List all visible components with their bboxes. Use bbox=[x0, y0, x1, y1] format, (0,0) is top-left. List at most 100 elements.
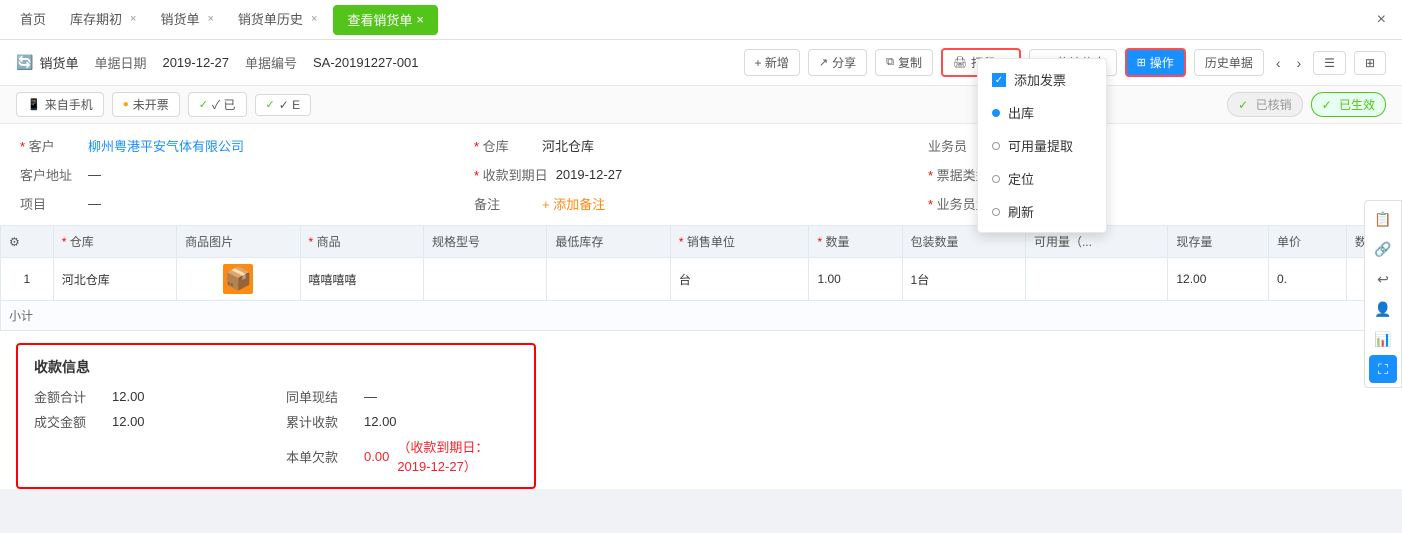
customer-row: 客户 柳州粤港平安气体有限公司 bbox=[20, 136, 474, 155]
row-qty: 1.00 bbox=[809, 258, 902, 301]
tab-sales-order[interactable]: 销货单 × bbox=[148, 0, 225, 40]
dropdown-available[interactable]: 可用量提取 bbox=[978, 129, 1106, 162]
not-open-btn[interactable]: 未开票 bbox=[112, 92, 180, 117]
tab-sales-history[interactable]: 销货单历史 × bbox=[226, 0, 329, 40]
view-toggle-grid[interactable]: ⊞ bbox=[1354, 51, 1386, 75]
note-label: 备注 bbox=[474, 194, 534, 213]
table-row: 1 河北仓库 📦 嘻嘻嘻嘻 台 1.00 1台 12.00 0. bbox=[1, 258, 1402, 301]
tab-home[interactable]: 首页 bbox=[8, 0, 58, 40]
dropdown-outbound-label: 出库 bbox=[1008, 103, 1034, 122]
close-tab-sales[interactable]: × bbox=[207, 13, 213, 25]
project-row: 项目 — bbox=[20, 194, 474, 213]
due-date-row: 收款到期日 2019-12-27 bbox=[474, 165, 928, 184]
same-order-row: 同单现结 — bbox=[286, 387, 518, 406]
amount-total-label: 金额合计 bbox=[34, 387, 104, 406]
form-area: 客户 柳州粤港平安气体有限公司 仓库 河北仓库 业务员 演示账号 客户地址 — … bbox=[0, 124, 1402, 225]
row-current-stock: 12.00 bbox=[1168, 258, 1269, 301]
prev-arrow[interactable]: ‹ bbox=[1272, 53, 1285, 73]
same-order-label: 同单现结 bbox=[286, 387, 356, 406]
cumulative-row: 累计收款 12.00 bbox=[286, 412, 518, 431]
sidebar-chart-icon[interactable]: 📊 bbox=[1369, 325, 1397, 353]
doc-icon: 🔄 bbox=[16, 54, 33, 71]
col-current-stock: 现存量 bbox=[1168, 226, 1269, 258]
due-date-label: 收款到期日 bbox=[474, 165, 548, 184]
history-button[interactable]: 历史单据 bbox=[1194, 49, 1264, 76]
project-value: — bbox=[88, 196, 101, 211]
warehouse-row: 仓库 河北仓库 bbox=[474, 136, 928, 155]
close-tab-sales-history[interactable]: × bbox=[311, 13, 317, 25]
doc-header: 🔄 销货单 单据日期 2019-12-27 单据编号 SA-20191227-0… bbox=[0, 40, 1402, 86]
cumulative-label: 累计收款 bbox=[286, 412, 356, 431]
doc-title: 🔄 销货单 bbox=[16, 53, 78, 72]
doc-title-text: 销货单 bbox=[39, 53, 78, 72]
tab-view-sales[interactable]: 查看销货单 × bbox=[333, 5, 438, 35]
col-warehouse: * 仓库 bbox=[53, 226, 176, 258]
customer-value[interactable]: 柳州粤港平安气体有限公司 bbox=[88, 136, 244, 155]
col-min-stock: 最低库存 bbox=[547, 226, 670, 258]
no-label: 单据编号 bbox=[245, 53, 297, 72]
from-phone-btn[interactable]: 📱 来自手机 bbox=[16, 92, 104, 117]
dropdown-add-invoice-label: 添加发票 bbox=[1014, 70, 1066, 89]
close-window-button[interactable]: × bbox=[1369, 11, 1394, 29]
sidebar-user-icon[interactable]: 👤 bbox=[1369, 295, 1397, 323]
due-value: 0.00 bbox=[364, 449, 389, 464]
doc-meta: 单据日期 2019-12-27 单据编号 SA-20191227-001 bbox=[94, 53, 418, 72]
row-image: 📦 bbox=[177, 258, 300, 301]
dropdown-outbound[interactable]: 出库 bbox=[978, 96, 1106, 129]
sold-out-tag[interactable]: ✓ 已核销 bbox=[1227, 92, 1302, 117]
confirm-btn1[interactable]: ✓ 已 bbox=[188, 92, 247, 117]
row-product: 嘻嘻嘻嘻 bbox=[300, 258, 423, 301]
amount-total-row: 金额合计 12.00 bbox=[34, 387, 266, 406]
address-label: 客户地址 bbox=[20, 165, 80, 184]
invoice-checkbox-icon: ✓ bbox=[992, 73, 1006, 87]
dropdown-refresh[interactable]: 刷新 bbox=[978, 195, 1106, 228]
locate-dot-icon bbox=[992, 175, 1000, 183]
copy-button[interactable]: ⧉ 复制 bbox=[875, 49, 933, 76]
row-spec bbox=[423, 258, 546, 301]
share-button[interactable]: ↗ 分享 bbox=[808, 49, 867, 76]
col-gear[interactable]: ⚙ bbox=[1, 226, 54, 258]
deal-amount-label: 成交金额 bbox=[34, 412, 104, 431]
effective-tag[interactable]: ✓ 已生效 bbox=[1311, 92, 1386, 117]
deal-amount-value: 12.00 bbox=[112, 414, 145, 429]
sidebar-clipboard-icon[interactable]: 📋 bbox=[1369, 205, 1397, 233]
row-unit: 台 bbox=[670, 258, 809, 301]
row-available bbox=[1025, 258, 1167, 301]
address-row: 客户地址 — bbox=[20, 165, 474, 184]
sidebar-return-icon[interactable]: ↩ bbox=[1369, 265, 1397, 293]
main-content: 🔄 销货单 单据日期 2019-12-27 单据编号 SA-20191227-0… bbox=[0, 40, 1402, 489]
tab-inventory-init[interactable]: 库存期初 × bbox=[58, 0, 148, 40]
address-value: — bbox=[88, 167, 101, 182]
note-row: 备注 + 添加备注 bbox=[474, 194, 928, 213]
dropdown-available-label: 可用量提取 bbox=[1008, 136, 1073, 155]
due-note: （收款到期日：2019-12-27） bbox=[397, 437, 518, 475]
confirm-btn2[interactable]: ✓ E bbox=[255, 94, 312, 116]
no-value: SA-20191227-001 bbox=[313, 55, 419, 70]
row-price: 0. bbox=[1269, 258, 1347, 301]
dropdown-add-invoice[interactable]: ✓ 添加发票 bbox=[978, 63, 1106, 96]
col-spec: 规格型号 bbox=[423, 226, 546, 258]
operation-button[interactable]: ⊞ 操作 bbox=[1125, 48, 1186, 77]
close-tab-inventory[interactable]: × bbox=[130, 13, 136, 25]
row-pack-qty: 1台 bbox=[902, 258, 1025, 301]
close-tab-view-sales[interactable]: × bbox=[416, 12, 424, 27]
col-price: 单价 bbox=[1269, 226, 1347, 258]
sidebar-expand-icon[interactable]: ⛶ bbox=[1369, 355, 1397, 383]
payment-box: 收款信息 金额合计 12.00 同单现结 — 成交金额 12.00 累计收款 1… bbox=[16, 343, 536, 489]
same-order-value: — bbox=[364, 389, 377, 404]
deal-amount-row: 成交金额 12.00 bbox=[34, 412, 266, 431]
cumulative-value: 12.00 bbox=[364, 414, 397, 429]
amount-total-value: 12.00 bbox=[112, 389, 145, 404]
next-arrow[interactable]: › bbox=[1293, 53, 1306, 73]
view-toggle-list[interactable]: ☰ bbox=[1313, 51, 1346, 75]
table-wrapper: ⚙ * 仓库 商品图片 * 商品 规格型号 最低库存 * 销售单位 * 数量 包… bbox=[0, 225, 1402, 331]
sidebar-link-icon[interactable]: 🔗 bbox=[1369, 235, 1397, 263]
col-unit: * 销售单位 bbox=[670, 226, 809, 258]
project-label: 项目 bbox=[20, 194, 80, 213]
right-sidebar: 📋 🔗 ↩ 👤 📊 ⛶ bbox=[1364, 200, 1402, 388]
col-product: * 商品 bbox=[300, 226, 423, 258]
new-button[interactable]: + 新增 bbox=[744, 49, 800, 76]
add-note-btn[interactable]: + 添加备注 bbox=[542, 194, 605, 213]
dropdown-locate[interactable]: 定位 bbox=[978, 162, 1106, 195]
warehouse-label: 仓库 bbox=[474, 136, 534, 155]
